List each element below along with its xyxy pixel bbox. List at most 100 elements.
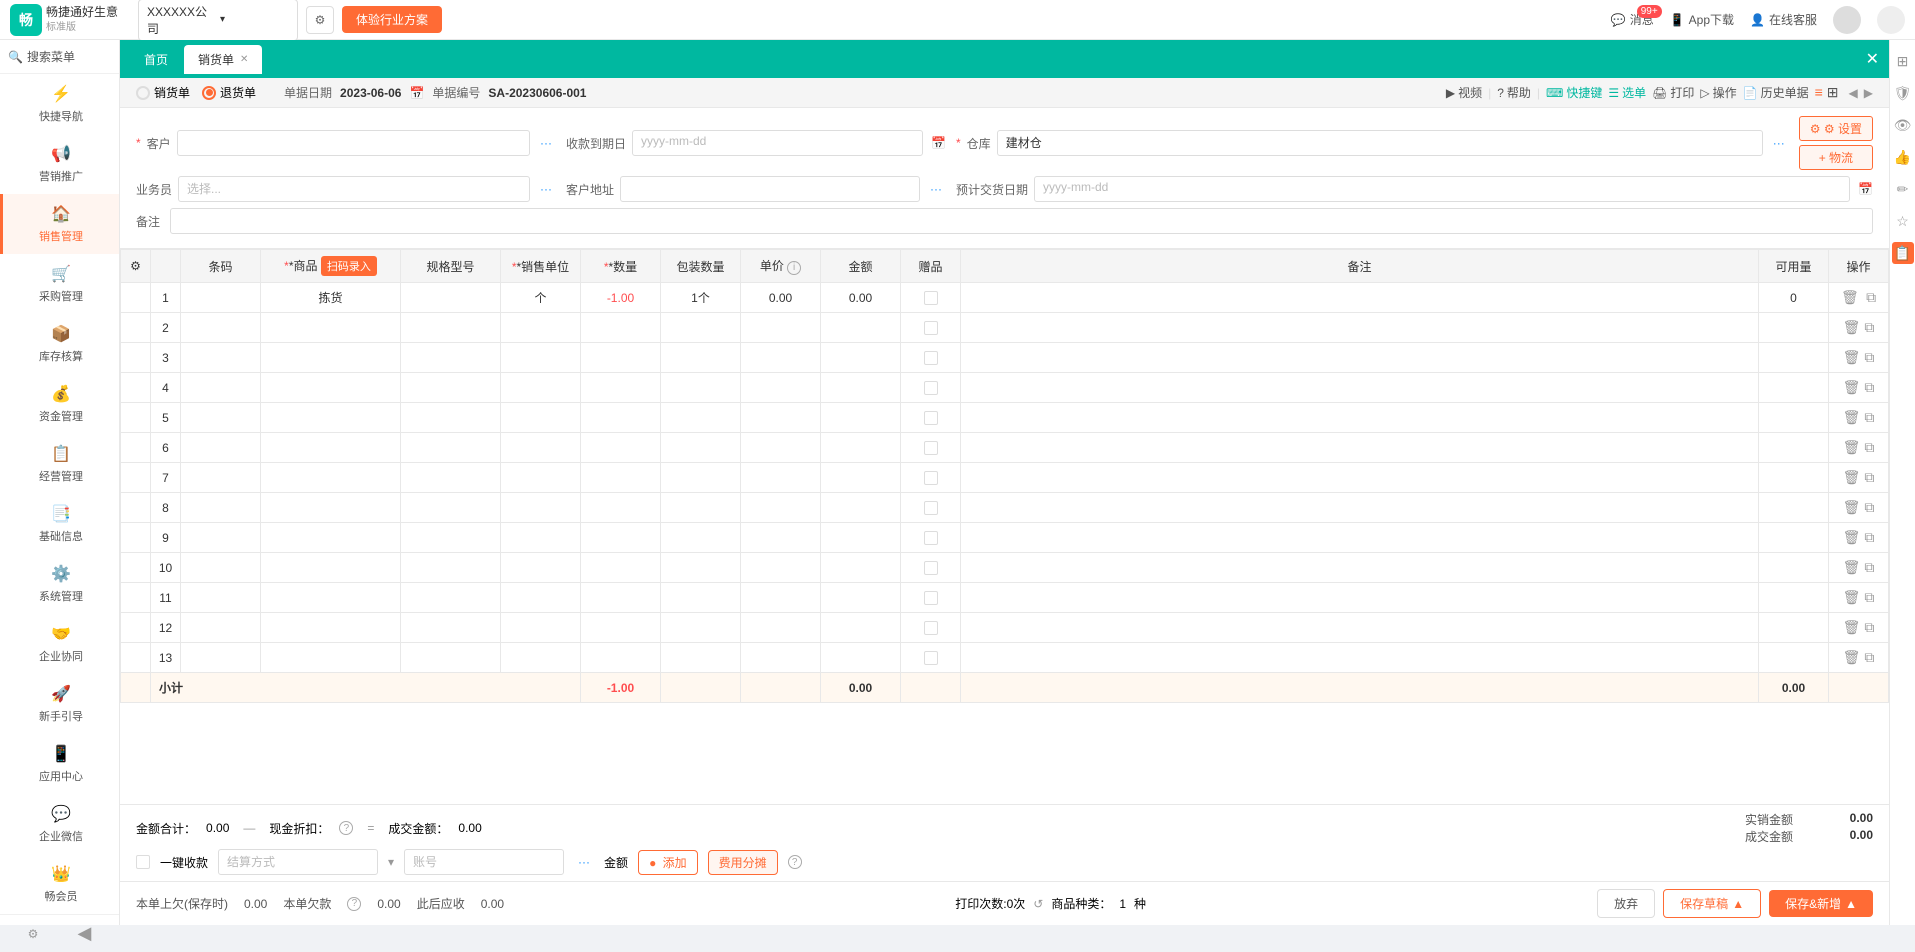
sidebar-item-system[interactable]: ⚙️ 系统管理: [0, 554, 119, 614]
sidebar-item-guide[interactable]: 🚀 新手引导: [0, 674, 119, 734]
account-input[interactable]: 账号: [404, 849, 564, 875]
warehouse-more-icon[interactable]: ···: [1769, 136, 1789, 150]
draft-dropdown-icon[interactable]: ▲: [1732, 897, 1744, 911]
expense-split-button[interactable]: 费用分摊: [708, 850, 778, 875]
radio-return[interactable]: 退货单: [202, 84, 256, 101]
rp-shield-icon[interactable]: 🛡: [1892, 82, 1914, 104]
copy-row-icon[interactable]: ⧉: [1864, 619, 1874, 635]
tab-home[interactable]: 首页: [130, 45, 182, 74]
cal-icon[interactable]: 📅: [409, 86, 424, 100]
online-service-button[interactable]: 👤 在线客服: [1750, 11, 1817, 28]
add-button[interactable]: ● 添加: [638, 850, 698, 875]
copy-row-icon[interactable]: ⧉: [1866, 289, 1876, 305]
tab-sales-order[interactable]: 销货单 ✕: [184, 45, 262, 74]
nav-next-icon[interactable]: ▶: [1864, 86, 1873, 100]
delete-row-icon[interactable]: 🗑: [1843, 439, 1861, 455]
copy-row-icon[interactable]: ⧉: [1864, 379, 1874, 395]
sidebar-settings-icon[interactable]: ⚙: [28, 927, 39, 941]
one-click-pay-checkbox[interactable]: [136, 855, 150, 869]
sidebar-item-operations[interactable]: 📋 经营管理: [0, 434, 119, 494]
copy-row-icon[interactable]: ⧉: [1864, 589, 1874, 605]
customer-more-icon[interactable]: ···: [536, 136, 556, 150]
payment-date-input[interactable]: yyyy-mm-dd: [632, 130, 923, 156]
salesperson-input[interactable]: 选择...: [178, 176, 530, 202]
cell-qty[interactable]: -1.00: [581, 283, 661, 313]
settlement-method-input[interactable]: 结算方式: [218, 849, 378, 875]
cell-spec[interactable]: [401, 283, 501, 313]
radio-sales[interactable]: 销货单: [136, 84, 190, 101]
nav-prev-icon[interactable]: ◀: [1849, 86, 1858, 100]
customer-input[interactable]: [177, 130, 530, 156]
video-btn[interactable]: ▶ 视频: [1446, 84, 1482, 101]
cell-amount[interactable]: 0.00: [821, 283, 901, 313]
sidebar-item-inventory[interactable]: 📦 库存核算: [0, 314, 119, 374]
rp-eye-icon[interactable]: 👁: [1892, 114, 1914, 136]
trial-button[interactable]: 体验行业方案: [342, 6, 442, 33]
col-header-settings[interactable]: ⚙: [121, 250, 151, 283]
sidebar-item-marketing[interactable]: 📢 营销推广: [0, 134, 119, 194]
cell-gift[interactable]: [901, 283, 961, 313]
delivery-date-calendar-icon[interactable]: 📅: [1858, 182, 1873, 196]
search-menu-button[interactable]: 🔍 搜索菜单: [0, 40, 119, 74]
avatar[interactable]: [1833, 6, 1861, 34]
print-btn[interactable]: 🖨 打印: [1652, 84, 1694, 101]
dropdown-icon[interactable]: ▾: [388, 855, 394, 869]
sidebar-item-purchase[interactable]: 🛒 采购管理: [0, 254, 119, 314]
sidebar-collapse-button[interactable]: ◀: [78, 923, 92, 944]
warehouse-input[interactable]: 建材仓: [997, 130, 1763, 156]
account-more-icon[interactable]: ···: [574, 855, 594, 869]
price-info-icon[interactable]: i: [787, 261, 801, 275]
sidebar-item-wechat[interactable]: 💬 企业微信: [0, 794, 119, 854]
cell-barcode[interactable]: [181, 283, 261, 313]
delete-row-icon[interactable]: 🗑: [1843, 499, 1861, 515]
delete-row-icon[interactable]: 🗑: [1843, 529, 1861, 545]
save-new-dropdown-icon[interactable]: ▲: [1845, 897, 1857, 911]
company-selector[interactable]: XXXXXX公司 ▾: [138, 0, 298, 41]
sidebar-item-sales[interactable]: 🏠 销售管理: [0, 194, 119, 254]
delete-row-icon[interactable]: 🗑: [1843, 319, 1861, 335]
copy-row-icon[interactable]: ⧉: [1864, 409, 1874, 425]
logistics-button[interactable]: + 物流: [1799, 145, 1873, 170]
scan-barcode-button[interactable]: 扫码录入: [321, 256, 377, 276]
delete-row-icon[interactable]: 🗑: [1843, 649, 1861, 665]
salesperson-more-icon[interactable]: ···: [536, 182, 556, 196]
address-more-icon[interactable]: ···: [926, 182, 946, 196]
copy-row-icon[interactable]: ⧉: [1864, 499, 1874, 515]
rp-edit-icon[interactable]: ✏: [1892, 178, 1914, 200]
delete-row-icon[interactable]: 🗑: [1843, 409, 1861, 425]
sidebar-item-apps[interactable]: 📱 应用中心: [0, 734, 119, 794]
expense-info-icon[interactable]: ?: [788, 855, 802, 869]
copy-row-icon[interactable]: ⧉: [1864, 559, 1874, 575]
sidebar-item-basic[interactable]: 📑 基础信息: [0, 494, 119, 554]
messages-button[interactable]: 💬 消息 99+: [1611, 11, 1654, 28]
copy-row-icon[interactable]: ⧉: [1864, 529, 1874, 545]
delete-row-icon[interactable]: 🗑: [1843, 469, 1861, 485]
cell-product[interactable]: 拣货: [261, 283, 401, 313]
save-new-button[interactable]: 保存&新增 ▲: [1769, 890, 1873, 917]
payment-date-calendar-icon[interactable]: 📅: [931, 136, 946, 150]
rp-thumb-icon[interactable]: 👍: [1892, 146, 1914, 168]
layout-grid-icon[interactable]: ⊞: [1827, 84, 1839, 101]
delete-row-icon[interactable]: 🗑: [1843, 619, 1861, 635]
cell-pkgqty[interactable]: 1个: [661, 283, 741, 313]
cell-price[interactable]: 0.00: [741, 283, 821, 313]
copy-row-icon[interactable]: ⧉: [1864, 349, 1874, 365]
rp-star-icon[interactable]: ☆: [1892, 210, 1914, 232]
delete-row-icon[interactable]: 🗑: [1843, 589, 1861, 605]
delete-row-icon[interactable]: 🗑: [1843, 559, 1861, 575]
discard-button[interactable]: 放弃: [1597, 889, 1655, 918]
settings-icon[interactable]: ⚙: [306, 6, 334, 34]
close-window-icon[interactable]: ✕: [1866, 49, 1879, 69]
settings-button[interactable]: ⚙ ⚙ 设置: [1799, 116, 1873, 141]
sidebar-item-quick-nav[interactable]: ⚡ 快捷导航: [0, 74, 119, 134]
sidebar-item-member[interactable]: 👑 畅会员: [0, 854, 119, 914]
refresh-icon[interactable]: ↺: [1033, 897, 1043, 911]
cell-remark[interactable]: [961, 283, 1759, 313]
customer-address-input[interactable]: [620, 176, 920, 202]
copy-row-icon[interactable]: ⧉: [1864, 649, 1874, 665]
copy-row-icon[interactable]: ⧉: [1864, 439, 1874, 455]
avatar-2[interactable]: [1877, 6, 1905, 34]
save-draft-button[interactable]: 保存草稿 ▲: [1663, 889, 1761, 918]
rp-expand-icon[interactable]: ⊞: [1892, 50, 1914, 72]
delete-row-icon[interactable]: 🗑: [1843, 349, 1861, 365]
